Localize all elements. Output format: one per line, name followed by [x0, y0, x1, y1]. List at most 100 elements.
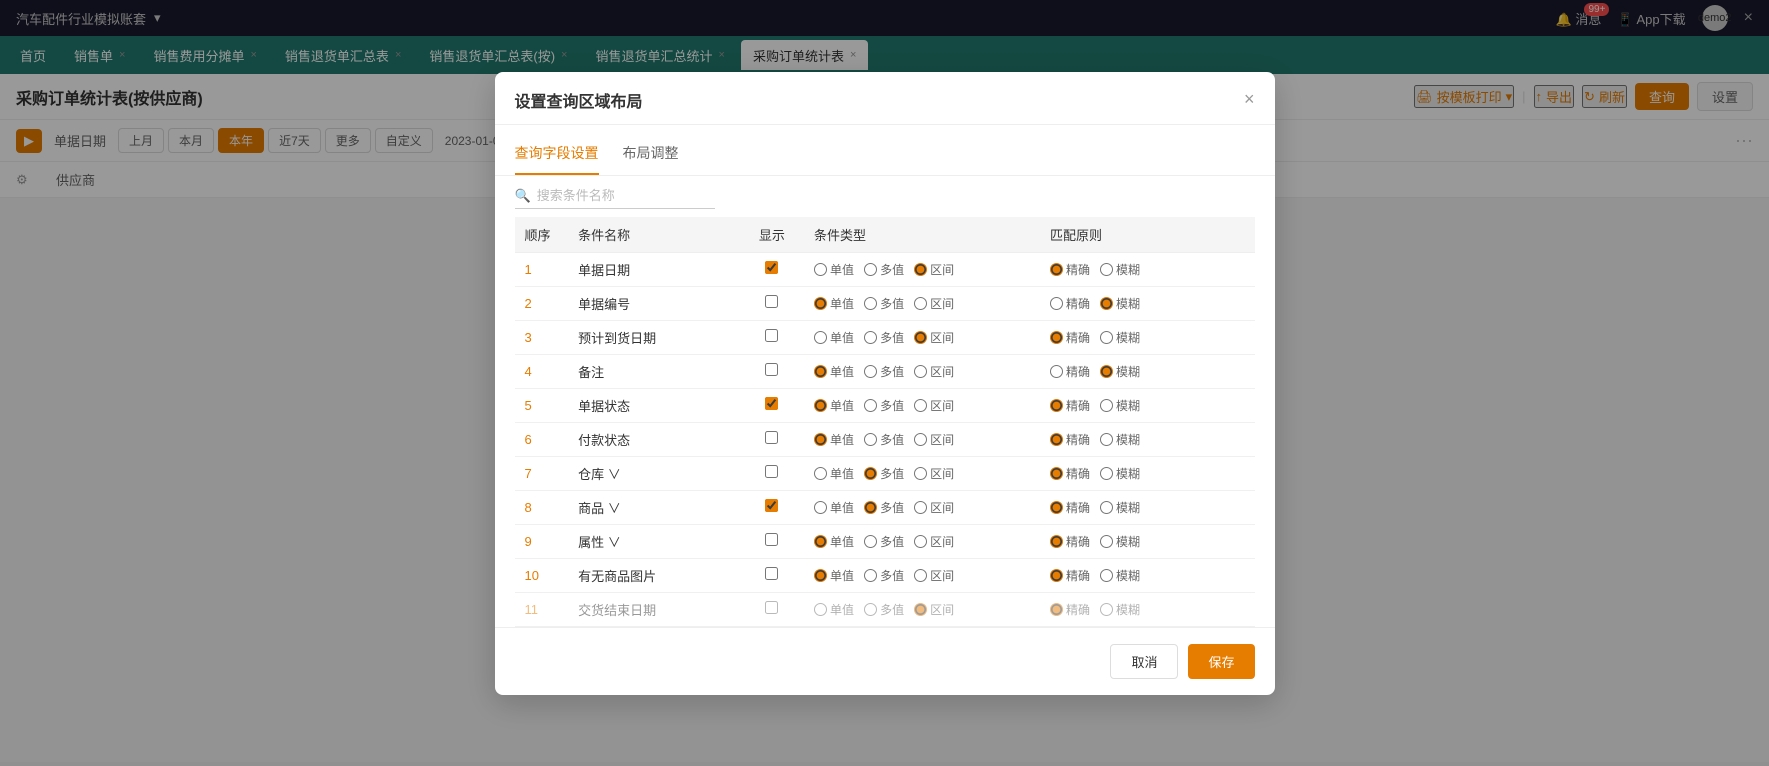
- type-radio-多值-7[interactable]: [864, 501, 877, 514]
- row-show-checkbox-0[interactable]: [765, 261, 778, 274]
- type-radio-单值-7[interactable]: [814, 501, 827, 514]
- type-option-区间-0[interactable]: 区间: [914, 261, 954, 278]
- type-option-区间-4[interactable]: 区间: [914, 397, 954, 414]
- type-option-区间-3[interactable]: 区间: [914, 363, 954, 380]
- type-option-单值-4[interactable]: 单值: [814, 397, 854, 414]
- match-radio-模糊-6[interactable]: [1100, 467, 1113, 480]
- type-radio-单值-2[interactable]: [814, 331, 827, 344]
- type-radio-多值-4[interactable]: [864, 399, 877, 412]
- type-option-多值-1[interactable]: 多值: [864, 295, 904, 312]
- row-show-checkbox-10[interactable]: [765, 601, 778, 614]
- type-radio-多值-3[interactable]: [864, 365, 877, 378]
- row-show-checkbox-7[interactable]: [765, 499, 778, 512]
- type-option-多值-4[interactable]: 多值: [864, 397, 904, 414]
- type-radio-单值-9[interactable]: [814, 569, 827, 582]
- type-option-区间-6[interactable]: 区间: [914, 465, 954, 482]
- type-radio-多值-2[interactable]: [864, 331, 877, 344]
- type-radio-单值-1[interactable]: [814, 297, 827, 310]
- match-radio-精确-1[interactable]: [1050, 297, 1063, 310]
- type-option-多值-5[interactable]: 多值: [864, 431, 904, 448]
- type-radio-单值-10[interactable]: [814, 603, 827, 616]
- match-radio-模糊-9[interactable]: [1100, 569, 1113, 582]
- type-radio-区间-5[interactable]: [914, 433, 927, 446]
- type-option-多值-0[interactable]: 多值: [864, 261, 904, 278]
- row-show-0[interactable]: [740, 252, 804, 286]
- match-option-精确-9[interactable]: 精确: [1050, 567, 1090, 584]
- match-radio-精确-4[interactable]: [1050, 399, 1063, 412]
- match-radio-精确-9[interactable]: [1050, 569, 1063, 582]
- match-option-精确-0[interactable]: 精确: [1050, 261, 1090, 278]
- match-option-精确-10[interactable]: 精确: [1050, 601, 1090, 618]
- match-option-模糊-1[interactable]: 模糊: [1100, 295, 1140, 312]
- type-option-区间-5[interactable]: 区间: [914, 431, 954, 448]
- match-radio-模糊-5[interactable]: [1100, 433, 1113, 446]
- match-radio-精确-2[interactable]: [1050, 331, 1063, 344]
- match-radio-模糊-2[interactable]: [1100, 331, 1113, 344]
- type-option-多值-2[interactable]: 多值: [864, 329, 904, 346]
- type-radio-多值-10[interactable]: [864, 603, 877, 616]
- match-option-模糊-6[interactable]: 模糊: [1100, 465, 1140, 482]
- match-option-模糊-5[interactable]: 模糊: [1100, 431, 1140, 448]
- type-radio-多值-0[interactable]: [864, 263, 877, 276]
- type-option-单值-1[interactable]: 单值: [814, 295, 854, 312]
- type-radio-多值-9[interactable]: [864, 569, 877, 582]
- row-show-checkbox-5[interactable]: [765, 431, 778, 444]
- match-radio-精确-6[interactable]: [1050, 467, 1063, 480]
- match-option-精确-2[interactable]: 精确: [1050, 329, 1090, 346]
- save-btn[interactable]: 保存: [1188, 644, 1254, 679]
- type-option-多值-10[interactable]: 多值: [864, 601, 904, 618]
- type-radio-单值-8[interactable]: [814, 535, 827, 548]
- row-show-checkbox-6[interactable]: [765, 465, 778, 478]
- row-show-3[interactable]: [740, 354, 804, 388]
- match-option-模糊-3[interactable]: 模糊: [1100, 363, 1140, 380]
- type-option-区间-2[interactable]: 区间: [914, 329, 954, 346]
- type-option-区间-9[interactable]: 区间: [914, 567, 954, 584]
- match-option-模糊-0[interactable]: 模糊: [1100, 261, 1140, 278]
- match-radio-精确-10[interactable]: [1050, 603, 1063, 616]
- match-radio-模糊-4[interactable]: [1100, 399, 1113, 412]
- type-radio-区间-4[interactable]: [914, 399, 927, 412]
- type-radio-单值-0[interactable]: [814, 263, 827, 276]
- type-radio-区间-9[interactable]: [914, 569, 927, 582]
- type-option-区间-10[interactable]: 区间: [914, 601, 954, 618]
- match-option-精确-1[interactable]: 精确: [1050, 295, 1090, 312]
- match-radio-精确-0[interactable]: [1050, 263, 1063, 276]
- match-radio-精确-5[interactable]: [1050, 433, 1063, 446]
- tab-query-fields[interactable]: 查询字段设置: [515, 137, 599, 175]
- row-show-checkbox-9[interactable]: [765, 567, 778, 580]
- type-radio-区间-8[interactable]: [914, 535, 927, 548]
- match-option-精确-3[interactable]: 精确: [1050, 363, 1090, 380]
- type-radio-区间-1[interactable]: [914, 297, 927, 310]
- type-radio-区间-3[interactable]: [914, 365, 927, 378]
- row-show-checkbox-3[interactable]: [765, 363, 778, 376]
- match-option-精确-7[interactable]: 精确: [1050, 499, 1090, 516]
- dialog-close-btn[interactable]: ×: [1244, 89, 1255, 110]
- type-option-单值-9[interactable]: 单值: [814, 567, 854, 584]
- type-radio-区间-0[interactable]: [914, 263, 927, 276]
- match-radio-精确-7[interactable]: [1050, 501, 1063, 514]
- match-option-模糊-4[interactable]: 模糊: [1100, 397, 1140, 414]
- type-option-单值-3[interactable]: 单值: [814, 363, 854, 380]
- type-option-区间-7[interactable]: 区间: [914, 499, 954, 516]
- type-option-多值-8[interactable]: 多值: [864, 533, 904, 550]
- row-show-10[interactable]: [740, 592, 804, 626]
- tab-layout[interactable]: 布局调整: [623, 137, 679, 175]
- row-show-checkbox-8[interactable]: [765, 533, 778, 546]
- type-option-多值-9[interactable]: 多值: [864, 567, 904, 584]
- match-option-精确-5[interactable]: 精确: [1050, 431, 1090, 448]
- type-radio-多值-6[interactable]: [864, 467, 877, 480]
- type-option-区间-8[interactable]: 区间: [914, 533, 954, 550]
- row-show-checkbox-2[interactable]: [765, 329, 778, 342]
- type-option-多值-7[interactable]: 多值: [864, 499, 904, 516]
- match-option-模糊-10[interactable]: 模糊: [1100, 601, 1140, 618]
- row-show-6[interactable]: [740, 456, 804, 490]
- type-option-单值-10[interactable]: 单值: [814, 601, 854, 618]
- match-option-模糊-9[interactable]: 模糊: [1100, 567, 1140, 584]
- type-radio-多值-8[interactable]: [864, 535, 877, 548]
- type-option-单值-6[interactable]: 单值: [814, 465, 854, 482]
- row-show-checkbox-1[interactable]: [765, 295, 778, 308]
- type-radio-区间-7[interactable]: [914, 501, 927, 514]
- type-radio-单值-3[interactable]: [814, 365, 827, 378]
- row-show-4[interactable]: [740, 388, 804, 422]
- match-option-模糊-2[interactable]: 模糊: [1100, 329, 1140, 346]
